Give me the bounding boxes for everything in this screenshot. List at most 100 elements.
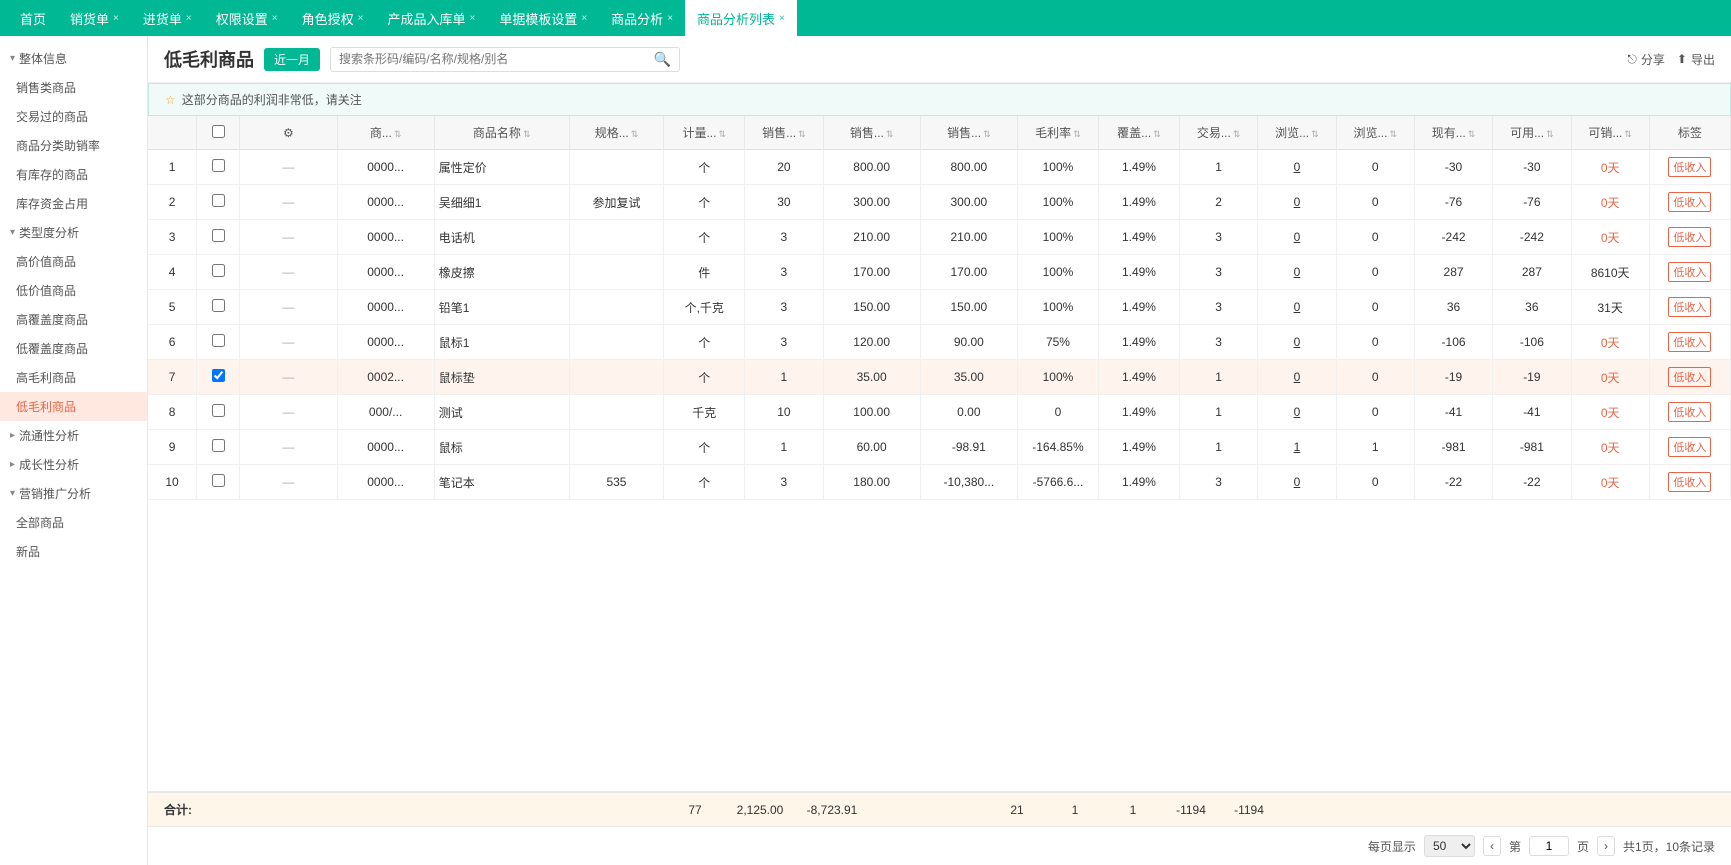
th-price2[interactable]: 销售...⇅ — [920, 116, 1017, 150]
sidebar-item-sales-goods[interactable]: 销售类商品 — [0, 73, 147, 102]
nav-role[interactable]: 角色授权 × — [290, 0, 376, 36]
cell-check[interactable] — [197, 290, 240, 325]
th-spec[interactable]: 规格...⇅ — [569, 116, 664, 150]
sidebar-item-high-value[interactable]: 高价值商品 — [0, 247, 147, 276]
cell-view1[interactable]: 0 — [1258, 220, 1336, 255]
nav-purchase-close[interactable]: × — [186, 13, 192, 24]
row-checkbox[interactable] — [212, 194, 225, 207]
th-price1[interactable]: 销售...⇅ — [823, 116, 920, 150]
cell-view1[interactable]: 0 — [1258, 395, 1336, 430]
row-checkbox[interactable] — [212, 369, 225, 382]
th-unit[interactable]: 计量...⇅ — [664, 116, 745, 150]
row-checkbox[interactable] — [212, 229, 225, 242]
nav-sales[interactable]: 销货单 × — [58, 0, 131, 36]
nav-template-close[interactable]: × — [581, 13, 587, 24]
sidebar-item-capital[interactable]: 库存资金占用 — [0, 189, 147, 218]
th-settings[interactable]: ⚙ — [240, 116, 337, 150]
sidebar-item-new-goods[interactable]: 新品 — [0, 537, 147, 566]
cell-view1[interactable]: 0 — [1258, 465, 1336, 500]
row-checkbox[interactable] — [212, 299, 225, 312]
sidebar-section-flow[interactable]: ▸ 流通性分析 — [0, 421, 147, 450]
select-all-checkbox[interactable] — [212, 125, 225, 138]
prev-page-button[interactable]: ‹ — [1483, 836, 1501, 856]
cell-view1[interactable]: 0 — [1258, 290, 1336, 325]
cell-trade: 1 — [1179, 395, 1257, 430]
cell-check[interactable] — [197, 465, 240, 500]
export-button[interactable]: ⬆ 导出 — [1677, 51, 1715, 68]
cell-spec: 参加复试 — [569, 185, 664, 220]
nav-goods-list-close[interactable]: × — [779, 13, 785, 24]
th-curr[interactable]: 现有...⇅ — [1414, 116, 1492, 150]
cell-check[interactable] — [197, 150, 240, 185]
cell-check[interactable] — [197, 185, 240, 220]
cell-view1[interactable]: 0 — [1258, 360, 1336, 395]
cell-check[interactable] — [197, 395, 240, 430]
time-filter-button[interactable]: 近一月 — [264, 48, 320, 71]
cell-view1[interactable]: 1 — [1258, 430, 1336, 465]
cell-view1[interactable]: 0 — [1258, 185, 1336, 220]
cell-check[interactable] — [197, 220, 240, 255]
nav-purchase[interactable]: 进货单 × — [131, 0, 204, 36]
cell-product-name: 属性定价 — [434, 150, 569, 185]
cell-check[interactable] — [197, 430, 240, 465]
sidebar-item-low-profit[interactable]: 低毛利商品 — [0, 392, 147, 421]
nav-goods-analysis-list[interactable]: 商品分析列表 × — [685, 0, 797, 36]
th-check[interactable] — [197, 116, 240, 150]
cell-check[interactable] — [197, 325, 240, 360]
nav-role-close[interactable]: × — [358, 13, 364, 24]
sidebar-item-category-rate[interactable]: 商品分类助销率 — [0, 131, 147, 160]
nav-goods-analysis-close[interactable]: × — [667, 13, 673, 24]
th-cover[interactable]: 覆盖...⇅ — [1098, 116, 1179, 150]
th-view1[interactable]: 浏览...⇅ — [1258, 116, 1336, 150]
sidebar-item-all-goods[interactable]: 全部商品 — [0, 508, 147, 537]
search-input[interactable] — [339, 52, 648, 66]
sidebar-item-in-stock[interactable]: 有库存的商品 — [0, 160, 147, 189]
th-trade[interactable]: 交易...⇅ — [1179, 116, 1257, 150]
th-tag[interactable]: 标签 — [1649, 116, 1730, 150]
nav-permission-close[interactable]: × — [272, 13, 278, 24]
sidebar-item-high-profit[interactable]: 高毛利商品 — [0, 363, 147, 392]
nav-template[interactable]: 单据模板设置 × — [487, 0, 599, 36]
th-code[interactable]: 商...⇅ — [337, 116, 434, 150]
nav-home[interactable]: 首页 — [8, 0, 58, 36]
nav-product-in-close[interactable]: × — [469, 13, 475, 24]
nav-sales-close[interactable]: × — [113, 13, 119, 24]
cell-check[interactable] — [197, 255, 240, 290]
sidebar-item-low-coverage[interactable]: 低覆盖度商品 — [0, 334, 147, 363]
th-sell[interactable]: 可销...⇅ — [1571, 116, 1649, 150]
row-checkbox[interactable] — [212, 439, 225, 452]
th-name[interactable]: 商品名称⇅ — [434, 116, 569, 150]
cell-view1[interactable]: 0 — [1258, 325, 1336, 360]
sidebar-section-growth[interactable]: ▸ 成长性分析 — [0, 450, 147, 479]
cell-view1[interactable]: 0 — [1258, 150, 1336, 185]
th-avail[interactable]: 可用...⇅ — [1493, 116, 1571, 150]
row-checkbox[interactable] — [212, 159, 225, 172]
nav-product-in[interactable]: 产成品入库单 × — [375, 0, 487, 36]
th-gross[interactable]: 毛利率⇅ — [1017, 116, 1098, 150]
th-view2[interactable]: 浏览...⇅ — [1336, 116, 1414, 150]
row-checkbox[interactable] — [212, 334, 225, 347]
page-size-select[interactable]: 50 20 100 — [1424, 835, 1475, 857]
cell-check[interactable] — [197, 360, 240, 395]
row-checkbox[interactable] — [212, 264, 225, 277]
sidebar-item-traded-goods[interactable]: 交易过的商品 — [0, 102, 147, 131]
sidebar-item-low-value[interactable]: 低价值商品 — [0, 276, 147, 305]
row-checkbox[interactable] — [212, 474, 225, 487]
th-qty[interactable]: 销售...⇅ — [745, 116, 823, 150]
cell-view1[interactable]: 0 — [1258, 255, 1336, 290]
sidebar-section-overall[interactable]: ▾ 整体信息 — [0, 44, 147, 73]
share-button[interactable]: ⎋ 分享 — [1627, 51, 1665, 68]
sidebar-section-marketing[interactable]: ▾ 营销推广分析 — [0, 479, 147, 508]
search-box[interactable]: 🔍 — [330, 47, 680, 72]
page-number-input[interactable] — [1529, 836, 1569, 856]
sidebar-item-high-coverage[interactable]: 高覆盖度商品 — [0, 305, 147, 334]
nav-permission[interactable]: 权限设置 × — [204, 0, 290, 36]
sidebar-section-type[interactable]: ▾ 类型度分析 — [0, 218, 147, 247]
table-wrapper[interactable]: ⚙ 商...⇅ 商品名称⇅ 规格...⇅ 计量...⇅ 销售...⇅ 销售...… — [148, 116, 1731, 791]
nav-goods-analysis[interactable]: 商品分析 × — [599, 0, 685, 36]
row-checkbox[interactable] — [212, 404, 225, 417]
cell-price1: 35.00 — [823, 360, 920, 395]
search-icon[interactable]: 🔍 — [654, 51, 671, 68]
next-page-button[interactable]: › — [1597, 836, 1615, 856]
footer-curr: -1194 — [1162, 803, 1220, 817]
